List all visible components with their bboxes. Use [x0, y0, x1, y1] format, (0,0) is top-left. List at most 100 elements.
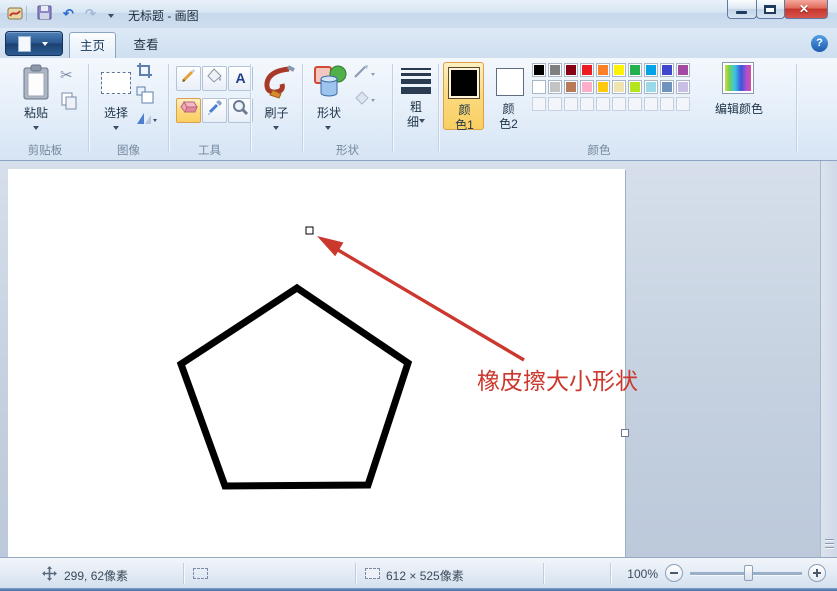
tools-group-label: 工具 [169, 142, 250, 158]
crop-button[interactable] [136, 62, 158, 82]
group-separator [796, 64, 797, 152]
zoom-slider-thumb[interactable] [744, 565, 753, 581]
palette-swatch-empty [580, 97, 594, 111]
status-divider [543, 563, 544, 584]
zoom-in-button[interactable] [808, 564, 826, 582]
color2-button[interactable]: 颜色2 [488, 62, 529, 130]
redo-button[interactable]: ↷ [82, 5, 99, 22]
chevron-down-icon [33, 121, 39, 139]
color2-swatch [496, 68, 524, 96]
text-tool-icon: A [235, 70, 245, 86]
palette-swatch[interactable] [676, 80, 690, 94]
palette-swatch[interactable] [532, 80, 546, 94]
fill-bucket-icon [206, 67, 223, 84]
palette-swatch[interactable] [644, 63, 658, 77]
resize-button[interactable] [136, 86, 158, 106]
select-icon [101, 72, 131, 94]
maximize-button[interactable] [756, 0, 785, 19]
paste-button[interactable]: 粘贴 [14, 62, 58, 130]
help-button[interactable]: ? [811, 35, 828, 52]
magnifier-icon [232, 99, 249, 116]
cursor-position-text: 299, 62像素 [64, 567, 128, 584]
palette-swatch-empty [596, 97, 610, 111]
image-size-text: 612 × 525像素 [386, 567, 464, 584]
cut-button[interactable]: ✂ [60, 66, 82, 86]
selection-size-icon [193, 568, 208, 579]
palette-swatch[interactable] [596, 80, 610, 94]
minimize-icon [736, 11, 747, 14]
size-button[interactable]: 粗细 [396, 62, 435, 130]
palette-swatch[interactable] [564, 63, 578, 77]
close-button[interactable]: ✕ [784, 0, 828, 19]
rotate-icon [136, 110, 153, 126]
color1-button[interactable]: 颜色1 [443, 62, 484, 130]
palette-swatch[interactable] [660, 80, 674, 94]
palette-swatch-empty [660, 97, 674, 111]
color1-label: 颜色1 [453, 103, 476, 133]
color-palette-row1 [532, 63, 690, 77]
edit-colors-button[interactable]: 编辑颜色 [694, 60, 784, 122]
drawing-canvas[interactable] [8, 169, 625, 557]
status-divider [355, 563, 356, 584]
palette-swatch[interactable] [580, 63, 594, 77]
clipboard-group-label: 剪贴板 [2, 142, 88, 158]
shape-outline-button[interactable] [353, 64, 375, 84]
palette-swatch[interactable] [660, 63, 674, 77]
brushes-label: 刷子 [255, 104, 298, 121]
palette-swatch[interactable] [628, 63, 642, 77]
shape-fill-button[interactable] [353, 90, 375, 110]
size-line-icon [401, 73, 431, 76]
color1-swatch [448, 67, 480, 99]
undo-button[interactable]: ↶ [60, 5, 77, 22]
minimize-button[interactable] [727, 0, 757, 19]
size-label: 粗细 [406, 100, 426, 130]
brushes-group: 刷子 [251, 58, 302, 161]
shapes-button[interactable]: 形状 [308, 62, 350, 130]
palette-swatch[interactable] [596, 63, 610, 77]
palette-swatch[interactable] [612, 63, 626, 77]
chevron-down-icon [42, 42, 48, 49]
image-group: 选择 图像 [89, 58, 168, 161]
cursor-position-icon [42, 566, 57, 581]
outline-icon [353, 64, 371, 80]
rotate-button[interactable] [136, 110, 158, 130]
tab-home[interactable]: 主页 [69, 32, 116, 58]
copy-button[interactable] [60, 92, 82, 112]
paint-window: ↶ ↷ 无标题 - 画图 ✕ 主页 查看 ? 粘贴 [0, 0, 837, 591]
palette-swatch[interactable] [564, 80, 578, 94]
select-button[interactable]: 选择 [95, 62, 137, 130]
palette-swatch[interactable] [580, 80, 594, 94]
shapes-group-label: 形状 [303, 142, 392, 158]
scroll-grip-icon [825, 547, 834, 548]
color-picker-tool-button[interactable] [202, 98, 227, 123]
canvas-resize-handle[interactable] [621, 429, 629, 437]
tab-view[interactable]: 查看 [121, 32, 171, 58]
palette-swatch-empty [532, 97, 546, 111]
vertical-scrollbar[interactable] [820, 161, 837, 557]
chevron-down-icon [419, 119, 425, 126]
copy-icon [60, 92, 78, 110]
resize-icon [136, 86, 154, 104]
paint-menu-button[interactable] [5, 31, 63, 56]
palette-swatch[interactable] [532, 63, 546, 77]
pencil-tool-button[interactable] [176, 66, 201, 91]
zoom-out-button[interactable] [665, 564, 683, 582]
qat-dropdown-button[interactable] [102, 8, 119, 25]
eraser-tool-button[interactable] [176, 98, 201, 123]
palette-swatch-empty [644, 97, 658, 111]
palette-swatch[interactable] [628, 80, 642, 94]
app-icon[interactable] [6, 5, 23, 22]
palette-swatch-empty [676, 97, 690, 111]
brushes-button[interactable]: 刷子 [255, 62, 298, 130]
palette-swatch-empty [612, 97, 626, 111]
save-button[interactable] [36, 5, 53, 22]
palette-swatch[interactable] [612, 80, 626, 94]
plus-icon [816, 569, 818, 577]
fill-tool-button[interactable] [202, 66, 227, 91]
image-size-icon [365, 568, 380, 579]
palette-swatch[interactable] [644, 80, 658, 94]
palette-swatch[interactable] [548, 80, 562, 94]
document-icon [18, 36, 31, 52]
palette-swatch[interactable] [676, 63, 690, 77]
palette-swatch[interactable] [548, 63, 562, 77]
